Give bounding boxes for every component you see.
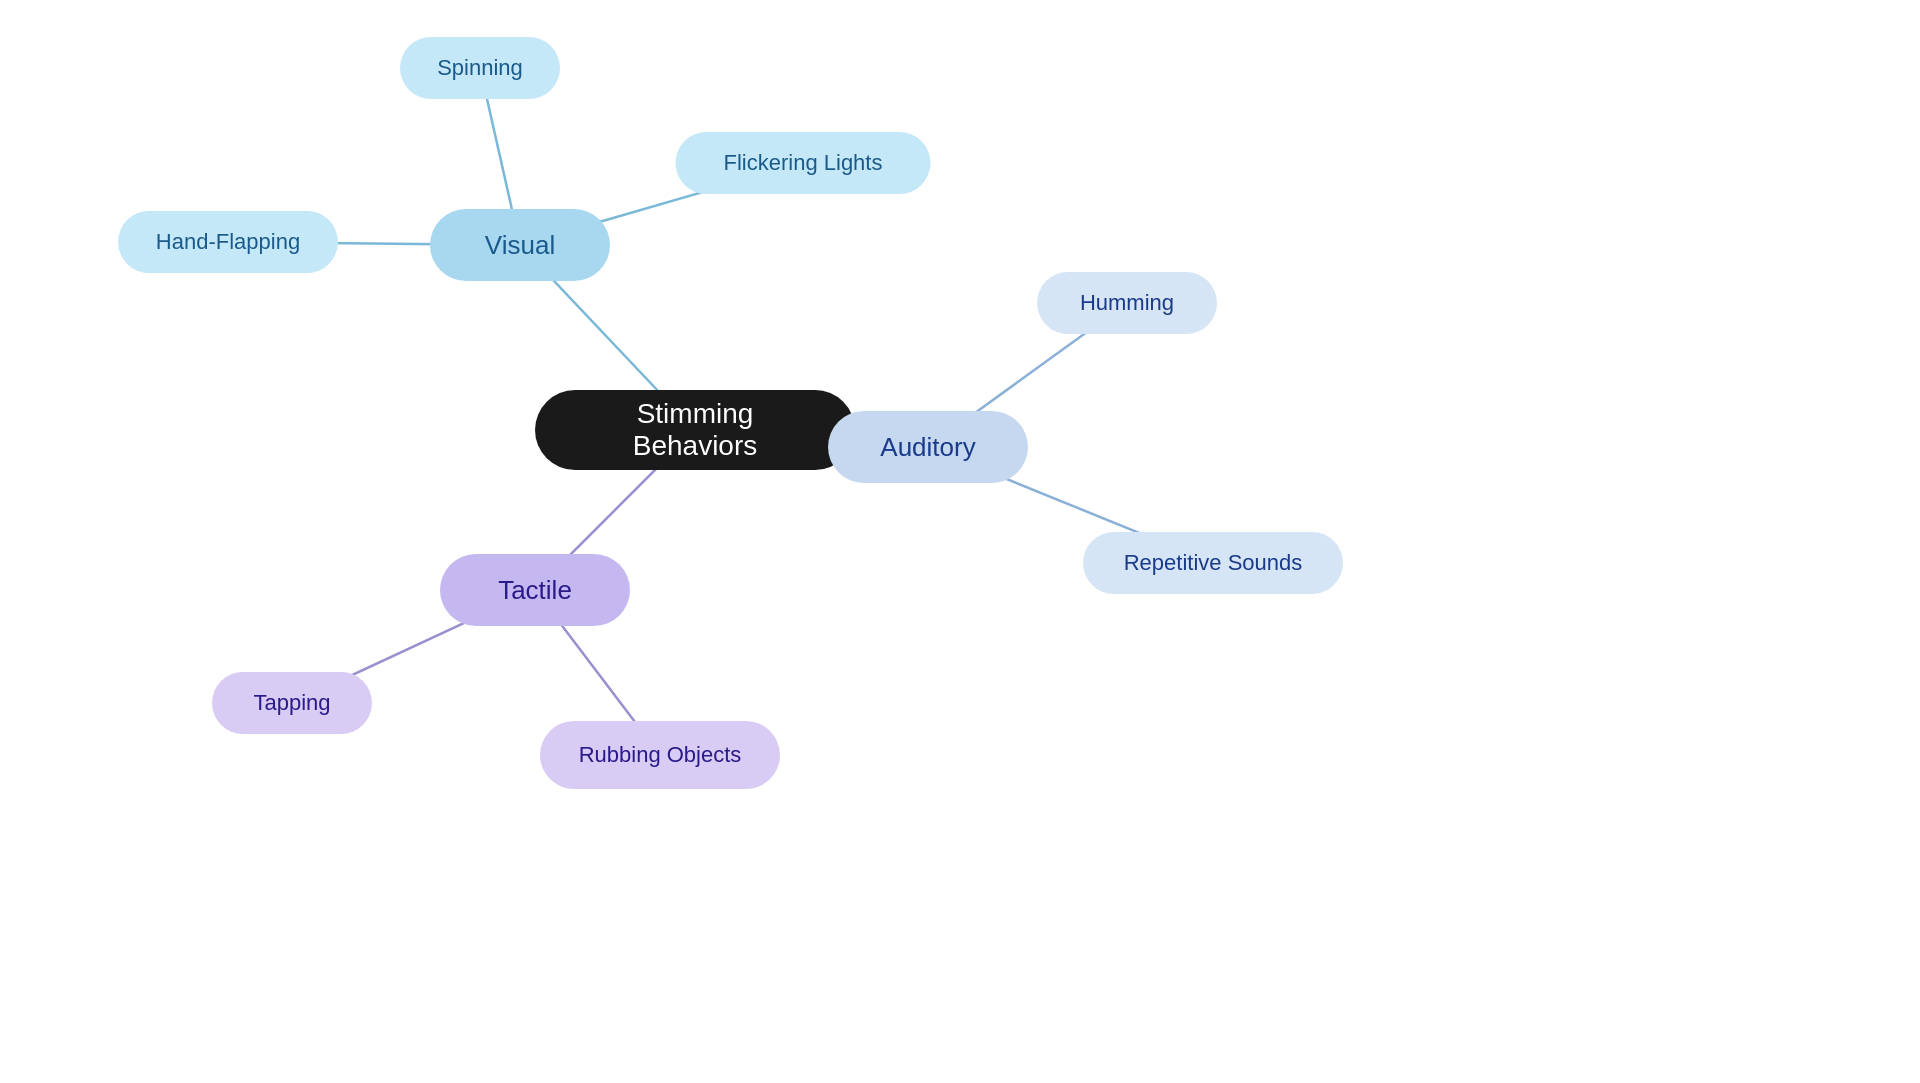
hand-flapping-label: Hand-Flapping	[156, 229, 300, 255]
auditory-label: Auditory	[880, 432, 975, 463]
spinning-label: Spinning	[437, 55, 523, 81]
humming-label: Humming	[1080, 290, 1174, 316]
auditory-node[interactable]: Auditory	[828, 411, 1028, 483]
tactile-label: Tactile	[498, 575, 572, 606]
spinning-node[interactable]: Spinning	[400, 37, 560, 99]
rubbing-objects-node[interactable]: Rubbing Objects	[540, 721, 780, 789]
center-node[interactable]: Stimming Behaviors	[535, 390, 855, 470]
center-label: Stimming Behaviors	[575, 398, 815, 462]
hand-flapping-node[interactable]: Hand-Flapping	[118, 211, 338, 273]
visual-label: Visual	[485, 230, 555, 261]
tapping-label: Tapping	[253, 690, 330, 716]
humming-node[interactable]: Humming	[1037, 272, 1217, 334]
tactile-node[interactable]: Tactile	[440, 554, 630, 626]
tapping-node[interactable]: Tapping	[212, 672, 372, 734]
visual-node[interactable]: Visual	[430, 209, 610, 281]
flickering-lights-node[interactable]: Flickering Lights	[676, 132, 931, 194]
repetitive-sounds-node[interactable]: Repetitive Sounds	[1083, 532, 1343, 594]
repetitive-sounds-label: Repetitive Sounds	[1124, 550, 1303, 576]
flickering-lights-label: Flickering Lights	[724, 150, 883, 176]
rubbing-objects-label: Rubbing Objects	[579, 742, 742, 768]
